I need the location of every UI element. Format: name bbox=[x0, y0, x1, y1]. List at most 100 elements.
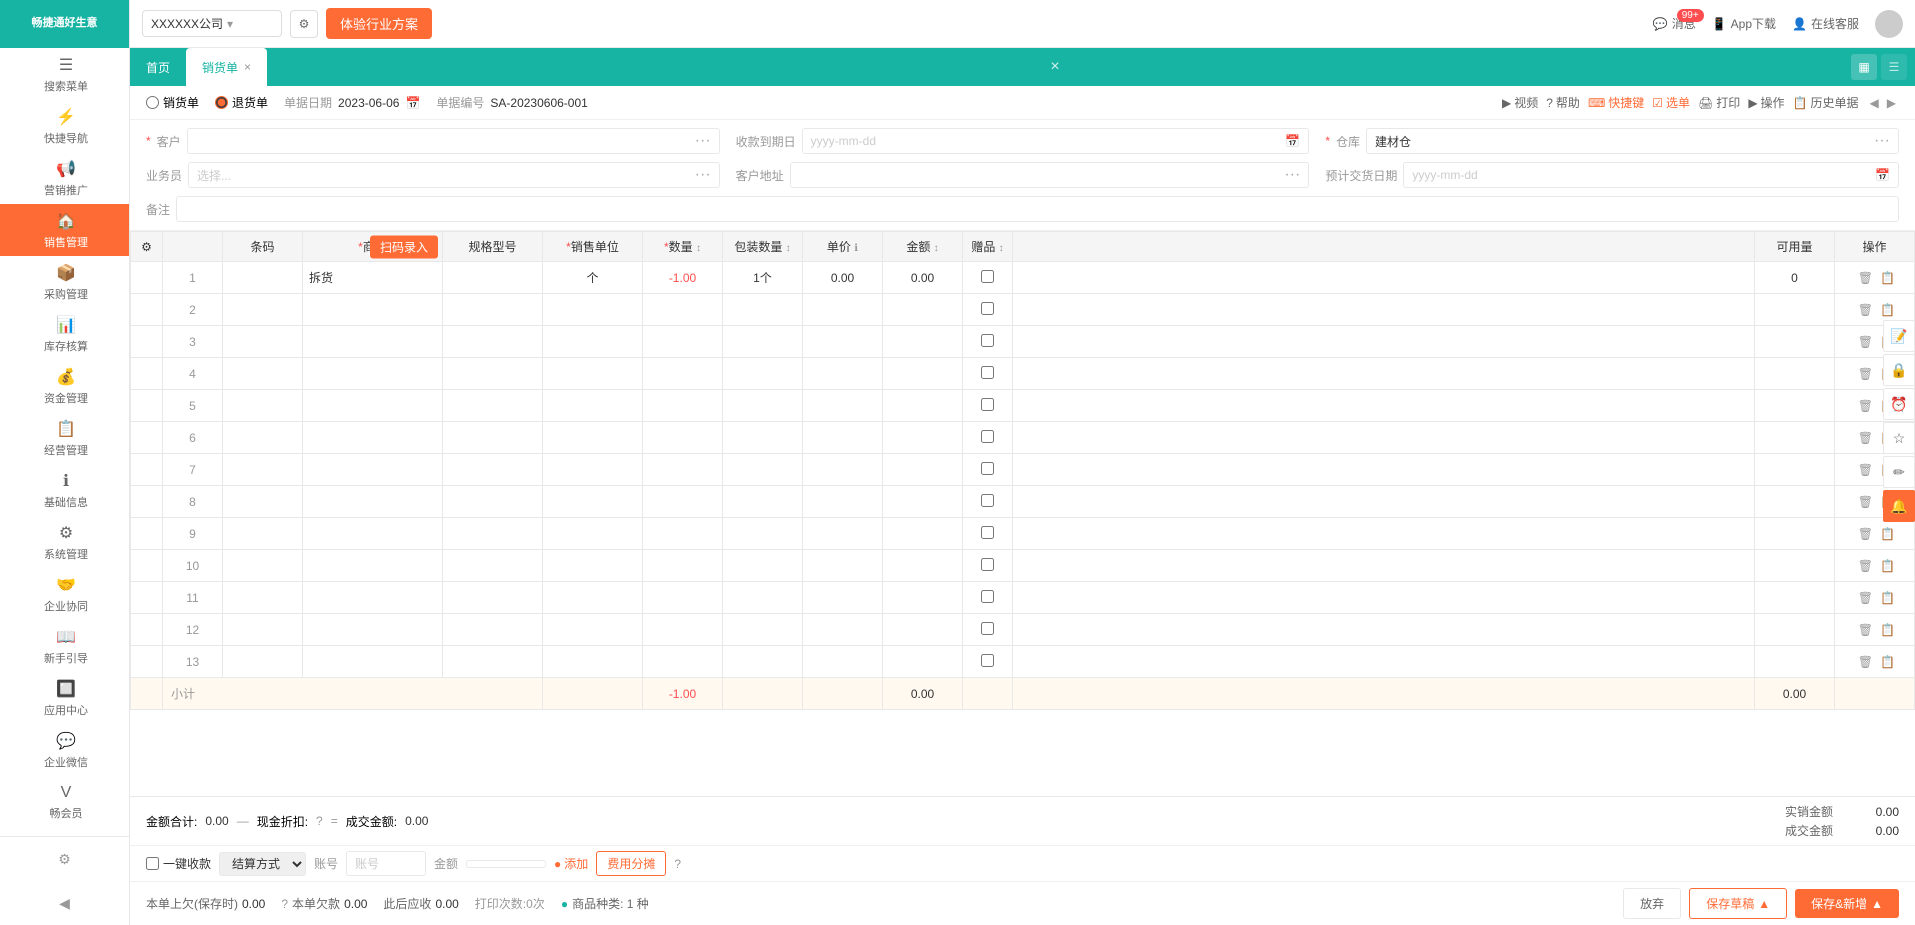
td-pkg-qty-12[interactable] bbox=[723, 614, 803, 646]
td-spec-9[interactable] bbox=[443, 518, 543, 550]
next-arrow[interactable]: ▶ bbox=[1884, 96, 1899, 110]
td-qty-9[interactable] bbox=[643, 518, 723, 550]
td-gift-4[interactable] bbox=[963, 358, 1013, 390]
tab-sales[interactable]: 销货单 × bbox=[186, 48, 267, 86]
add-payment-btn[interactable]: ● 添加 bbox=[554, 855, 588, 872]
td-unit-10[interactable] bbox=[543, 550, 643, 582]
float-star-btn[interactable]: ☆ bbox=[1883, 422, 1915, 454]
td-unit-6[interactable] bbox=[543, 422, 643, 454]
td-spec-6[interactable] bbox=[443, 422, 543, 454]
td-price-2[interactable] bbox=[803, 294, 883, 326]
td-barcode-6[interactable] bbox=[223, 422, 303, 454]
sidebar-item-corp-wechat[interactable]: 💬企业微信 bbox=[0, 724, 129, 776]
doc-short-help-icon[interactable]: ? bbox=[281, 897, 288, 911]
salesman-dots[interactable]: ··· bbox=[695, 166, 711, 184]
td-barcode-4[interactable] bbox=[223, 358, 303, 390]
shortcut-btn[interactable]: ⌨ 快捷键 bbox=[1588, 94, 1644, 111]
td-gift-1[interactable] bbox=[963, 262, 1013, 294]
delete-icon-9[interactable]: 🗑 bbox=[1858, 527, 1873, 541]
tab-close-all[interactable]: × bbox=[1050, 58, 1059, 76]
td-gift-9[interactable] bbox=[963, 518, 1013, 550]
td-product-10[interactable] bbox=[303, 550, 443, 582]
sidebar-item-quick-nav[interactable]: ⚡快捷导航 bbox=[0, 100, 129, 152]
td-spec-12[interactable] bbox=[443, 614, 543, 646]
delete-icon-8[interactable]: 🗑 bbox=[1858, 495, 1873, 509]
td-price-7[interactable] bbox=[803, 454, 883, 486]
td-qty-10[interactable] bbox=[643, 550, 723, 582]
td-product-11[interactable] bbox=[303, 582, 443, 614]
td-unit-11[interactable] bbox=[543, 582, 643, 614]
td-qty-3[interactable] bbox=[643, 326, 723, 358]
float-bell-btn[interactable]: 🔔 bbox=[1883, 490, 1915, 522]
avatar[interactable] bbox=[1875, 10, 1903, 38]
delete-icon-11[interactable]: 🗑 bbox=[1858, 591, 1873, 605]
delete-icon-12[interactable]: 🗑 bbox=[1858, 623, 1873, 637]
td-pkg-qty-11[interactable] bbox=[723, 582, 803, 614]
delete-icon-5[interactable]: 🗑 bbox=[1858, 399, 1873, 413]
td-price-11[interactable] bbox=[803, 582, 883, 614]
copy-icon-2[interactable]: 📋 bbox=[1880, 303, 1895, 317]
td-price-6[interactable] bbox=[803, 422, 883, 454]
customer-dots[interactable]: ··· bbox=[695, 132, 711, 150]
td-amount-5[interactable] bbox=[883, 390, 963, 422]
td-pkg-qty-13[interactable] bbox=[723, 646, 803, 678]
scan-btn[interactable]: 扫码录入 bbox=[370, 235, 438, 258]
td-unit-13[interactable] bbox=[543, 646, 643, 678]
delete-icon-1[interactable]: 🗑 bbox=[1858, 271, 1873, 285]
td-spec-2[interactable] bbox=[443, 294, 543, 326]
td-qty-1[interactable]: -1.00 bbox=[643, 262, 723, 294]
td-amount-13[interactable] bbox=[883, 646, 963, 678]
select-btn[interactable]: ☑ 选单 bbox=[1652, 94, 1690, 111]
copy-icon-11[interactable]: 📋 bbox=[1880, 591, 1895, 605]
td-amount-11[interactable] bbox=[883, 582, 963, 614]
prev-arrow[interactable]: ◀ bbox=[1867, 96, 1882, 110]
td-product-1[interactable]: 拆货 bbox=[303, 262, 443, 294]
td-price-3[interactable] bbox=[803, 326, 883, 358]
operate-btn[interactable]: ▶ 操作 bbox=[1748, 94, 1784, 111]
help-circle-icon[interactable]: ? bbox=[316, 814, 323, 828]
td-amount-3[interactable] bbox=[883, 326, 963, 358]
payment-amount-input[interactable] bbox=[466, 860, 546, 868]
td-gift-5[interactable] bbox=[963, 390, 1013, 422]
td-gift-8[interactable] bbox=[963, 486, 1013, 518]
td-spec-7[interactable] bbox=[443, 454, 543, 486]
td-barcode-3[interactable] bbox=[223, 326, 303, 358]
settings-gear-btn[interactable]: ⚙ bbox=[290, 10, 318, 38]
warehouse-dots[interactable]: ··· bbox=[1874, 132, 1890, 150]
td-price-12[interactable] bbox=[803, 614, 883, 646]
td-barcode-2[interactable] bbox=[223, 294, 303, 326]
td-spec-3[interactable] bbox=[443, 326, 543, 358]
td-amount-12[interactable] bbox=[883, 614, 963, 646]
td-pkg-qty-10[interactable] bbox=[723, 550, 803, 582]
td-unit-2[interactable] bbox=[543, 294, 643, 326]
td-spec-13[interactable] bbox=[443, 646, 543, 678]
td-pkg-qty-3[interactable] bbox=[723, 326, 803, 358]
radio-return[interactable]: 退货单 bbox=[215, 94, 268, 111]
td-spec-8[interactable] bbox=[443, 486, 543, 518]
delete-icon-4[interactable]: 🗑 bbox=[1858, 367, 1873, 381]
view-list-btn[interactable]: ☰ bbox=[1881, 54, 1907, 80]
td-amount-10[interactable] bbox=[883, 550, 963, 582]
customer-addr-dots[interactable]: ··· bbox=[1284, 166, 1300, 184]
td-spec-4[interactable] bbox=[443, 358, 543, 390]
customer-addr-input[interactable]: ··· bbox=[790, 162, 1310, 188]
copy-icon-10[interactable]: 📋 bbox=[1880, 559, 1895, 573]
td-pkg-qty-1[interactable]: 1个 bbox=[723, 262, 803, 294]
delete-icon-6[interactable]: 🗑 bbox=[1858, 431, 1873, 445]
td-barcode-13[interactable] bbox=[223, 646, 303, 678]
td-unit-9[interactable] bbox=[543, 518, 643, 550]
td-unit-12[interactable] bbox=[543, 614, 643, 646]
td-price-10[interactable] bbox=[803, 550, 883, 582]
td-gift-12[interactable] bbox=[963, 614, 1013, 646]
td-qty-12[interactable] bbox=[643, 614, 723, 646]
help-btn[interactable]: ? 帮助 bbox=[1546, 94, 1580, 111]
tab-sales-close[interactable]: × bbox=[244, 60, 251, 74]
td-product-13[interactable] bbox=[303, 646, 443, 678]
td-product-9[interactable] bbox=[303, 518, 443, 550]
td-spec-1[interactable] bbox=[443, 262, 543, 294]
abandon-btn[interactable]: 放弃 bbox=[1623, 888, 1681, 919]
sidebar-item-purchase[interactable]: 📦采购管理 bbox=[0, 256, 129, 308]
td-unit-1[interactable]: 个 bbox=[543, 262, 643, 294]
td-price-1[interactable]: 0.00 bbox=[803, 262, 883, 294]
customer-input[interactable]: ··· bbox=[187, 128, 720, 154]
